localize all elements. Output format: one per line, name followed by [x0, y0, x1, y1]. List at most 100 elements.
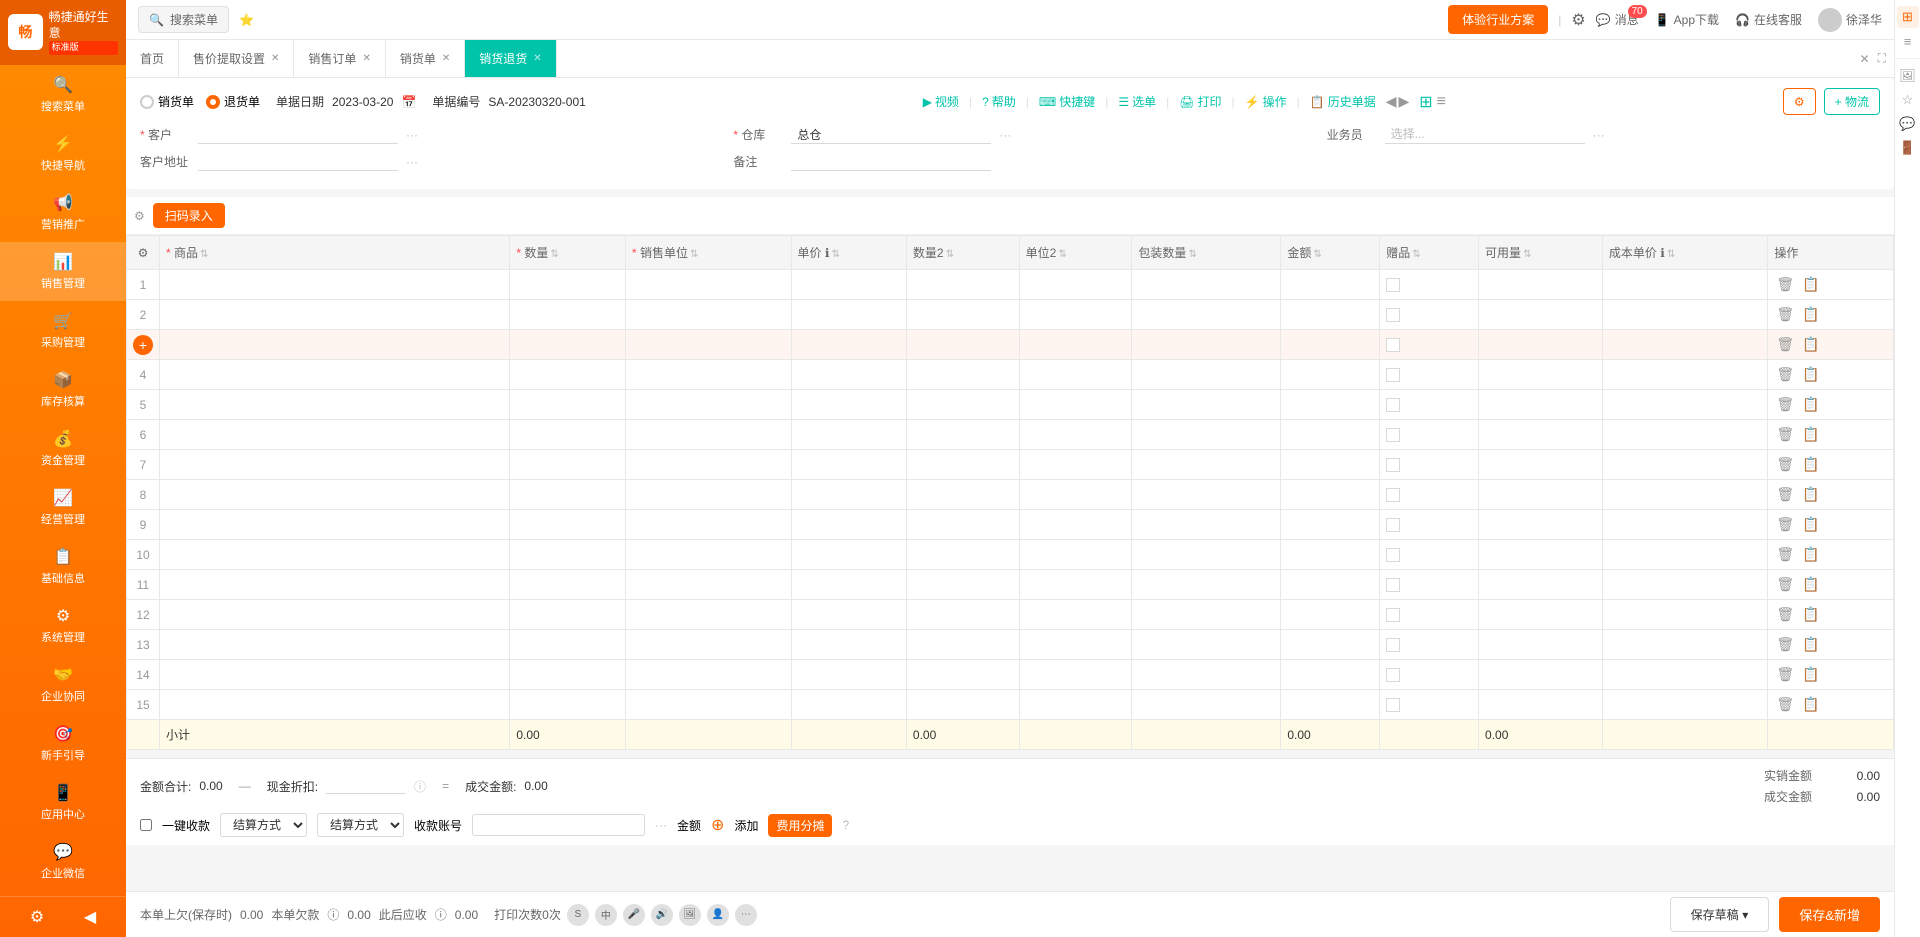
right-panel-chat-icon[interactable]: 💬 — [1897, 113, 1919, 135]
sidebar-item-marketing[interactable]: 📢 营销推广 — [0, 183, 126, 242]
gift-checkbox[interactable] — [1386, 278, 1400, 292]
collapse-icon[interactable]: ◀ — [84, 907, 96, 927]
sidebar-item-finance[interactable]: 💰 资金管理 — [0, 419, 126, 478]
cost-price-cell[interactable] — [1602, 330, 1767, 360]
list-view-btn[interactable]: ≡ — [1437, 93, 1446, 111]
settle-method-select[interactable]: 结算方式 — [220, 813, 307, 837]
bottom-icon-mic[interactable]: 🎤 — [623, 904, 645, 926]
radio-return[interactable]: 退货单 — [206, 93, 260, 110]
sidebar-item-operations[interactable]: 📈 经营管理 — [0, 478, 126, 537]
tab-close-sale-return[interactable]: ✕ — [533, 53, 541, 64]
sidebar-item-sales[interactable]: 📊 销售管理 — [0, 242, 126, 301]
delete-row-btn[interactable]: 🗑 — [1774, 634, 1796, 655]
copy-row-btn[interactable]: 📋 — [1800, 394, 1821, 415]
gift-cell[interactable] — [1380, 270, 1479, 300]
tab-sale-goods[interactable]: 销货单 ✕ — [386, 40, 465, 77]
address-input[interactable] — [198, 152, 398, 171]
action-video[interactable]: ▶ 视频 — [923, 93, 959, 110]
amount-cell[interactable] — [1281, 330, 1380, 360]
cash-discount-input[interactable] — [326, 779, 406, 794]
tab-sale-return[interactable]: 销货退货 ✕ — [465, 40, 556, 77]
delete-row-btn[interactable]: 🗑 — [1774, 334, 1796, 355]
save-new-btn[interactable]: 保存&新增 — [1779, 897, 1880, 932]
right-panel-table2-icon[interactable]: ≡ — [1897, 30, 1919, 52]
sidebar-item-purchase[interactable]: 🛒 采购管理 — [0, 301, 126, 360]
warehouse-input[interactable] — [791, 125, 991, 144]
sidebar-item-basic[interactable]: 📋 基础信息 — [0, 537, 126, 596]
fee-help-icon[interactable]: ? — [842, 818, 849, 832]
calc-method-select[interactable]: 结算方式 — [317, 813, 404, 837]
app-download-btn[interactable]: 📱 App下载 — [1655, 11, 1719, 28]
pkg-qty-cell[interactable] — [1132, 330, 1281, 360]
action-operation[interactable]: ⚡ 操作 — [1245, 93, 1287, 110]
settings-bottom-icon[interactable]: ⚙ — [30, 907, 44, 927]
copy-row-btn[interactable]: 📋 — [1800, 304, 1821, 325]
gift-checkbox[interactable] — [1386, 428, 1400, 442]
copy-row-btn[interactable]: 📋 — [1800, 604, 1821, 625]
delete-row-btn[interactable]: 🗑 — [1774, 454, 1796, 475]
pkg-qty-cell[interactable] — [1132, 270, 1281, 300]
delete-row-btn[interactable]: 🗑 — [1774, 604, 1796, 625]
cost-price-cell[interactable] — [1602, 270, 1767, 300]
add-logistics-btn[interactable]: + 物流 — [1824, 88, 1880, 115]
goods-input[interactable] — [166, 338, 503, 352]
action-shortcut[interactable]: ⌨ 快捷键 — [1039, 93, 1095, 110]
scan-btn[interactable]: 扫码录入 — [153, 203, 225, 228]
sidebar-item-shortcuts[interactable]: ⚡ 快捷导航 — [0, 124, 126, 183]
qty2-cell[interactable] — [906, 270, 1019, 300]
grid-view-btn[interactable]: ⊞ — [1419, 92, 1432, 112]
sidebar-item-wechat[interactable]: 💬 企业微信 — [0, 832, 126, 891]
sidebar-item-newbie[interactable]: 🎯 新手引导 — [0, 714, 126, 773]
sidebar-item-search[interactable]: 🔍 搜索菜单 — [0, 65, 126, 124]
salesperson-dots[interactable]: ··· — [1593, 128, 1605, 142]
delete-row-btn[interactable]: 🗑 — [1774, 514, 1796, 535]
tab-close-sale-order[interactable]: ✕ — [362, 53, 370, 64]
bank-no-input[interactable] — [472, 814, 645, 836]
tab-sale-price[interactable]: 售价提取设置 ✕ — [179, 40, 294, 77]
copy-row-btn[interactable]: 📋 — [1800, 574, 1821, 595]
sidebar-item-apps[interactable]: 📱 应用中心 — [0, 773, 126, 832]
tab-sale-order[interactable]: 销售订单 ✕ — [294, 40, 385, 77]
qty2-cell[interactable] — [906, 330, 1019, 360]
bottom-icon-zh[interactable]: 中 — [595, 904, 617, 926]
gift-checkbox[interactable] — [1386, 488, 1400, 502]
action-history[interactable]: 📋 历史单据 — [1310, 93, 1376, 110]
goods-cell-active[interactable] — [160, 330, 510, 360]
action-print[interactable]: 🖨 打印 — [1179, 93, 1221, 110]
delete-row-btn[interactable]: 🗑 — [1774, 544, 1796, 565]
sidebar-item-enterprise[interactable]: 🤝 企业协同 — [0, 655, 126, 714]
amount-cell[interactable] — [1281, 300, 1380, 330]
tab-close-sale-price[interactable]: ✕ — [271, 53, 279, 64]
right-panel-table1-icon[interactable]: ⊞ — [1897, 6, 1919, 28]
copy-row-btn[interactable]: 📋 — [1800, 334, 1821, 355]
tab-home[interactable]: 首页 — [126, 40, 179, 77]
qty-cell[interactable] — [510, 270, 626, 300]
gift-checkbox[interactable] — [1386, 638, 1400, 652]
copy-row-btn[interactable]: 📋 — [1800, 664, 1821, 685]
gift-cell[interactable] — [1380, 330, 1479, 360]
pkg-qty-cell[interactable] — [1132, 300, 1281, 330]
customer-dots[interactable]: ··· — [406, 128, 418, 142]
delete-row-btn[interactable]: 🗑 — [1774, 574, 1796, 595]
bank-no-dots[interactable]: ··· — [655, 818, 667, 832]
bottom-icon-s[interactable]: S — [567, 904, 589, 926]
cost-price-cell[interactable] — [1602, 300, 1767, 330]
avail-cell[interactable] — [1479, 270, 1603, 300]
qty-cell[interactable] — [510, 330, 626, 360]
search-menu[interactable]: 🔍 搜索菜单 — [138, 6, 229, 33]
right-panel-img-icon[interactable]: 🖼 — [1897, 65, 1919, 87]
radio-sale[interactable]: 销货单 — [140, 93, 194, 110]
doc-settings-btn[interactable]: ⚙ — [1783, 88, 1816, 115]
bottom-icon-more[interactable]: ⋯ — [735, 904, 757, 926]
gift-checkbox[interactable] — [1386, 548, 1400, 562]
unit2-cell[interactable] — [1019, 270, 1132, 300]
delete-row-btn[interactable]: 🗑 — [1774, 694, 1796, 715]
address-dots[interactable]: ··· — [406, 155, 418, 169]
settings-icon[interactable]: ⚙ — [1571, 10, 1585, 30]
add-cost-icon[interactable]: ⊕ — [711, 815, 724, 835]
avail-cell[interactable] — [1479, 330, 1603, 360]
gift-checkbox[interactable] — [1386, 698, 1400, 712]
sale-unit-cell[interactable] — [625, 270, 791, 300]
copy-row-btn[interactable]: 📋 — [1800, 694, 1821, 715]
qty2-cell[interactable] — [906, 300, 1019, 330]
